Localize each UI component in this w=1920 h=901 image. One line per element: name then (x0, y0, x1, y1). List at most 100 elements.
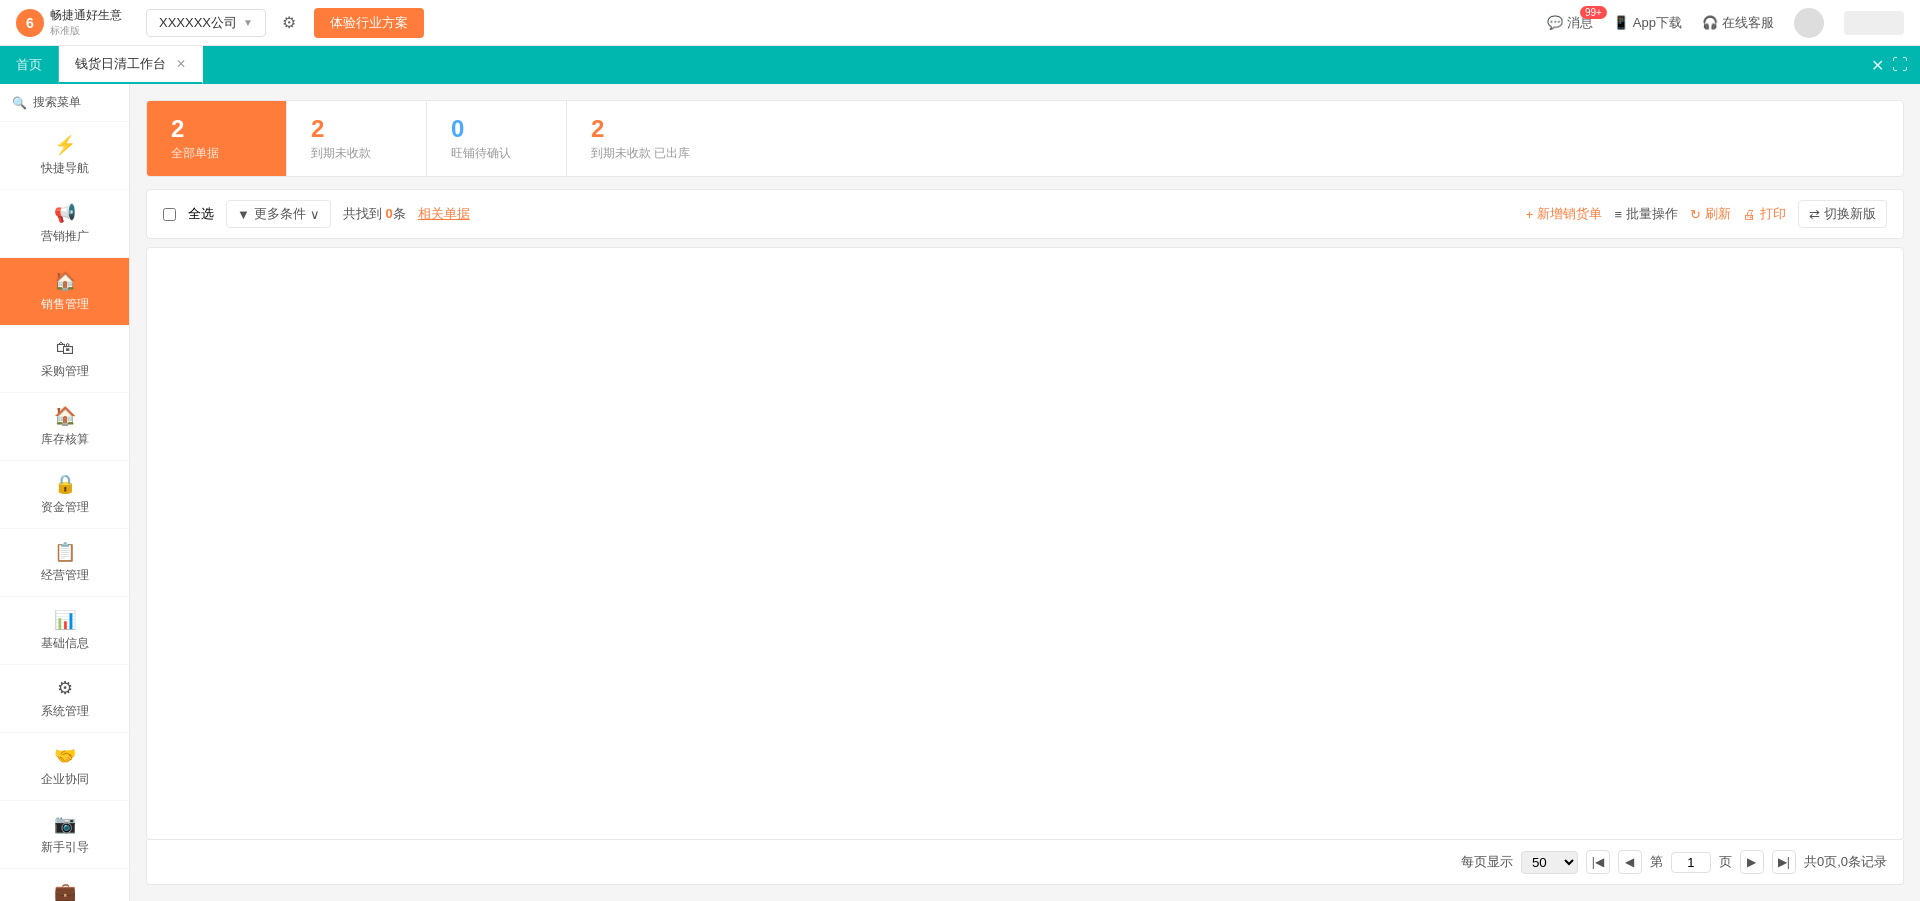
trial-button[interactable]: 体验行业方案 (314, 8, 424, 38)
logo-icon: 6 (16, 9, 44, 37)
sidebar-item-label: 系统管理 (41, 703, 89, 720)
sidebar-item-marketing[interactable]: 📢 营销推广 (0, 190, 129, 258)
stat-card-shipped[interactable]: 2 到期未收款 已出库 (567, 101, 714, 176)
switch-version-button[interactable]: ⇄ 切换新版 (1798, 200, 1887, 228)
header-right: 💬 消息 99+ 📱 App下载 🎧 在线客服 (1547, 8, 1904, 38)
sidebar-item-purchase[interactable]: 🛍 采购管理 (0, 326, 129, 393)
quick-nav-icon: ⚡ (54, 134, 76, 156)
tab-close-all-button[interactable]: ✕ (1871, 56, 1884, 75)
tab-close-icon[interactable]: ✕ (176, 57, 186, 71)
stat-label-pending: 旺铺待确认 (451, 145, 542, 162)
sidebar-item-sales[interactable]: 🏠 销售管理 (0, 258, 129, 326)
print-button[interactable]: 🖨 打印 (1743, 205, 1786, 223)
sidebar-item-label: 库存核算 (41, 431, 89, 448)
tab-cash-desk[interactable]: 钱货日清工作台 ✕ (59, 46, 203, 84)
page-input[interactable] (1671, 852, 1711, 873)
sidebar-item-basic-info[interactable]: 📊 基础信息 (0, 597, 129, 665)
logo-text: 畅捷通好生意 标准版 (50, 8, 122, 37)
sidebar-item-operations[interactable]: 📋 经营管理 (0, 529, 129, 597)
filter-chevron-icon: ∨ (310, 207, 320, 222)
sidebar-item-newbie[interactable]: 📷 新手引导 (0, 801, 129, 869)
company-selector[interactable]: XXXXXX公司 ▼ (146, 9, 266, 37)
total-label: 共0页,0条记录 (1804, 853, 1887, 871)
sidebar-item-label: 采购管理 (41, 363, 89, 380)
sidebar-item-system[interactable]: ⚙ 系统管理 (0, 665, 129, 733)
sidebar-item-label: 企业协同 (41, 771, 89, 788)
tab-bar: 首页 钱货日清工作台 ✕ ✕ ⛶ (0, 46, 1920, 84)
content-wrapper: 2 全部单据 2 到期未收款 0 旺铺待确认 2 到期未收款 已出库 (146, 100, 1904, 885)
content-area: 2 全部单据 2 到期未收款 0 旺铺待确认 2 到期未收款 已出库 (130, 84, 1920, 901)
select-all-checkbox[interactable] (163, 208, 176, 221)
settings-button[interactable]: ⚙ (274, 8, 304, 38)
basic-info-icon: 📊 (54, 609, 76, 631)
tab-cash-desk-label: 钱货日清工作台 (75, 55, 166, 73)
sidebar-item-enterprise[interactable]: 🤝 企业协同 (0, 733, 129, 801)
page-prev-button[interactable]: ◀ (1618, 850, 1642, 874)
sales-icon: 🏠 (54, 270, 76, 292)
page-first-button[interactable]: |◀ (1586, 850, 1610, 874)
stat-card-all[interactable]: 2 全部单据 (147, 101, 287, 176)
toolbar-right: + 新增销货单 ≡ 批量操作 ↻ 刷新 🖨 打印 (1526, 200, 1887, 228)
company-name: XXXXXX公司 (159, 14, 237, 32)
system-icon: ⚙ (57, 677, 73, 699)
switch-icon: ⇄ (1809, 207, 1820, 222)
print-icon: 🖨 (1743, 207, 1756, 222)
toolbar: 全选 ▼ 更多条件 ∨ 共找到 0条 相关单据 + 新增销货单 ≡ (146, 189, 1904, 239)
page-last-button[interactable]: ▶| (1772, 850, 1796, 874)
sidebar-item-inventory[interactable]: 🏠 库存核算 (0, 393, 129, 461)
sidebar-item-label: 资金管理 (41, 499, 89, 516)
table-area (146, 247, 1904, 840)
logo-area: 6 畅捷通好生意 标准版 (16, 8, 146, 37)
enterprise-icon: 🤝 (54, 745, 76, 767)
tab-home-label: 首页 (16, 56, 42, 74)
switch-label: 切换新版 (1824, 205, 1876, 223)
stat-card-pending[interactable]: 0 旺铺待确认 (427, 101, 567, 176)
sidebar-search-button[interactable]: 🔍 搜索菜单 (0, 84, 129, 122)
page-size-label: 每页显示 (1461, 853, 1513, 871)
refresh-button[interactable]: ↻ 刷新 (1690, 205, 1731, 223)
app-center-icon: 💼 (54, 881, 76, 901)
message-button[interactable]: 💬 消息 99+ (1547, 14, 1593, 32)
sidebar: 🔍 搜索菜单 ⚡ 快捷导航 📢 营销推广 🏠 销售管理 🛍 采购管理 🏠 库存核… (0, 84, 130, 901)
app-download-button[interactable]: 📱 App下载 (1613, 14, 1682, 32)
gear-icon: ⚙ (282, 13, 296, 32)
sidebar-item-quick-nav[interactable]: ⚡ 快捷导航 (0, 122, 129, 190)
tab-expand-button[interactable]: ⛶ (1892, 56, 1908, 74)
batch-operation-button[interactable]: ≡ 批量操作 (1614, 205, 1678, 223)
stat-number-overdue: 2 (311, 115, 402, 143)
tab-home[interactable]: 首页 (0, 46, 59, 84)
main-layout: 🔍 搜索菜单 ⚡ 快捷导航 📢 营销推广 🏠 销售管理 🛍 采购管理 🏠 库存核… (0, 84, 1920, 901)
sidebar-item-label: 销售管理 (41, 296, 89, 313)
page-next-button[interactable]: ▶ (1740, 850, 1764, 874)
select-all-label: 全选 (188, 205, 214, 223)
finance-icon: 🔒 (54, 473, 76, 495)
refresh-icon: ↻ (1690, 207, 1701, 222)
filter-button[interactable]: ▼ 更多条件 ∨ (226, 200, 331, 228)
purchase-icon: 🛍 (56, 338, 74, 359)
related-link[interactable]: 相关单据 (418, 205, 470, 223)
avatar[interactable] (1794, 8, 1824, 38)
inventory-icon: 🏠 (54, 405, 76, 427)
marketing-icon: 📢 (54, 202, 76, 224)
chevron-down-icon: ▼ (243, 17, 253, 28)
online-service-button[interactable]: 🎧 在线客服 (1702, 14, 1774, 32)
search-icon: 🔍 (12, 96, 27, 110)
top-header: 6 畅捷通好生意 标准版 XXXXXX公司 ▼ ⚙ 体验行业方案 💬 消息 99… (0, 0, 1920, 46)
stat-card-overdue[interactable]: 2 到期未收款 (287, 101, 427, 176)
sidebar-item-finance[interactable]: 🔒 资金管理 (0, 461, 129, 529)
stat-number-shipped: 2 (591, 115, 690, 143)
stat-number-all: 2 (171, 115, 262, 143)
sidebar-item-label: 基础信息 (41, 635, 89, 652)
page-unit: 页 (1719, 853, 1732, 871)
batch-label: 批量操作 (1626, 205, 1678, 223)
stat-number-pending: 0 (451, 115, 542, 143)
stats-row: 2 全部单据 2 到期未收款 0 旺铺待确认 2 到期未收款 已出库 (146, 100, 1904, 177)
add-sales-order-button[interactable]: + 新增销货单 (1526, 205, 1603, 223)
found-count: 0 (386, 206, 393, 221)
sidebar-item-app-center[interactable]: 💼 应用中心 (0, 869, 129, 901)
newbie-icon: 📷 (54, 813, 76, 835)
search-label: 搜索菜单 (33, 94, 81, 111)
add-label: 新增销货单 (1537, 205, 1602, 223)
page-size-select[interactable]: 50 100 200 (1521, 851, 1578, 874)
download-icon: 📱 (1613, 15, 1629, 30)
